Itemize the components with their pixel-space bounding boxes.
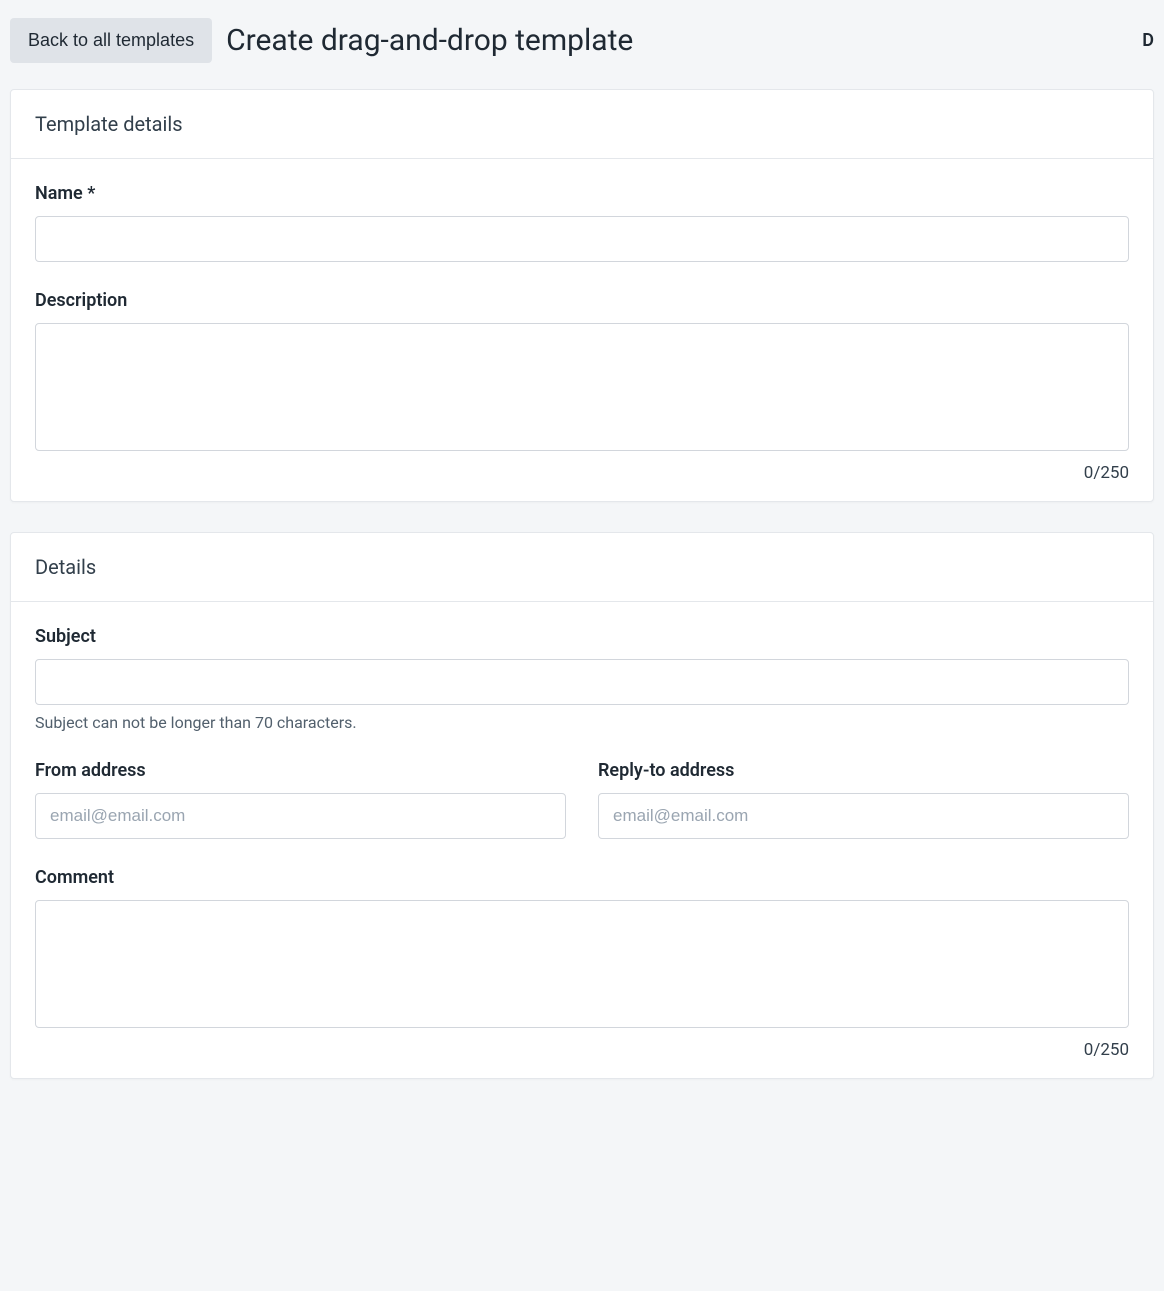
subject-label: Subject bbox=[35, 626, 1129, 647]
description-label: Description bbox=[35, 290, 1129, 311]
name-input[interactable] bbox=[35, 216, 1129, 262]
subject-hint: Subject can not be longer than 70 charac… bbox=[35, 713, 1129, 732]
subject-input[interactable] bbox=[35, 659, 1129, 705]
header-right-partial: D bbox=[1142, 30, 1154, 51]
details-card: Details Subject Subject can not be longe… bbox=[10, 532, 1154, 1079]
details-title: Details bbox=[11, 533, 1153, 602]
name-label: Name * bbox=[35, 183, 1129, 204]
reply-to-address-label: Reply-to address bbox=[598, 760, 1129, 781]
description-char-counter: 0/250 bbox=[35, 463, 1129, 483]
template-details-title: Template details bbox=[11, 90, 1153, 159]
page-header: Back to all templates Create drag-and-dr… bbox=[0, 0, 1164, 81]
back-to-templates-button[interactable]: Back to all templates bbox=[10, 18, 212, 63]
reply-to-address-input[interactable] bbox=[598, 793, 1129, 839]
comment-textarea[interactable] bbox=[35, 900, 1129, 1028]
comment-char-counter: 0/250 bbox=[35, 1040, 1129, 1060]
from-address-input[interactable] bbox=[35, 793, 566, 839]
template-details-card: Template details Name * Description 0/25… bbox=[10, 89, 1154, 502]
description-textarea[interactable] bbox=[35, 323, 1129, 451]
page-title: Create drag-and-drop template bbox=[226, 23, 633, 58]
from-address-label: From address bbox=[35, 760, 566, 781]
comment-label: Comment bbox=[35, 867, 1129, 888]
